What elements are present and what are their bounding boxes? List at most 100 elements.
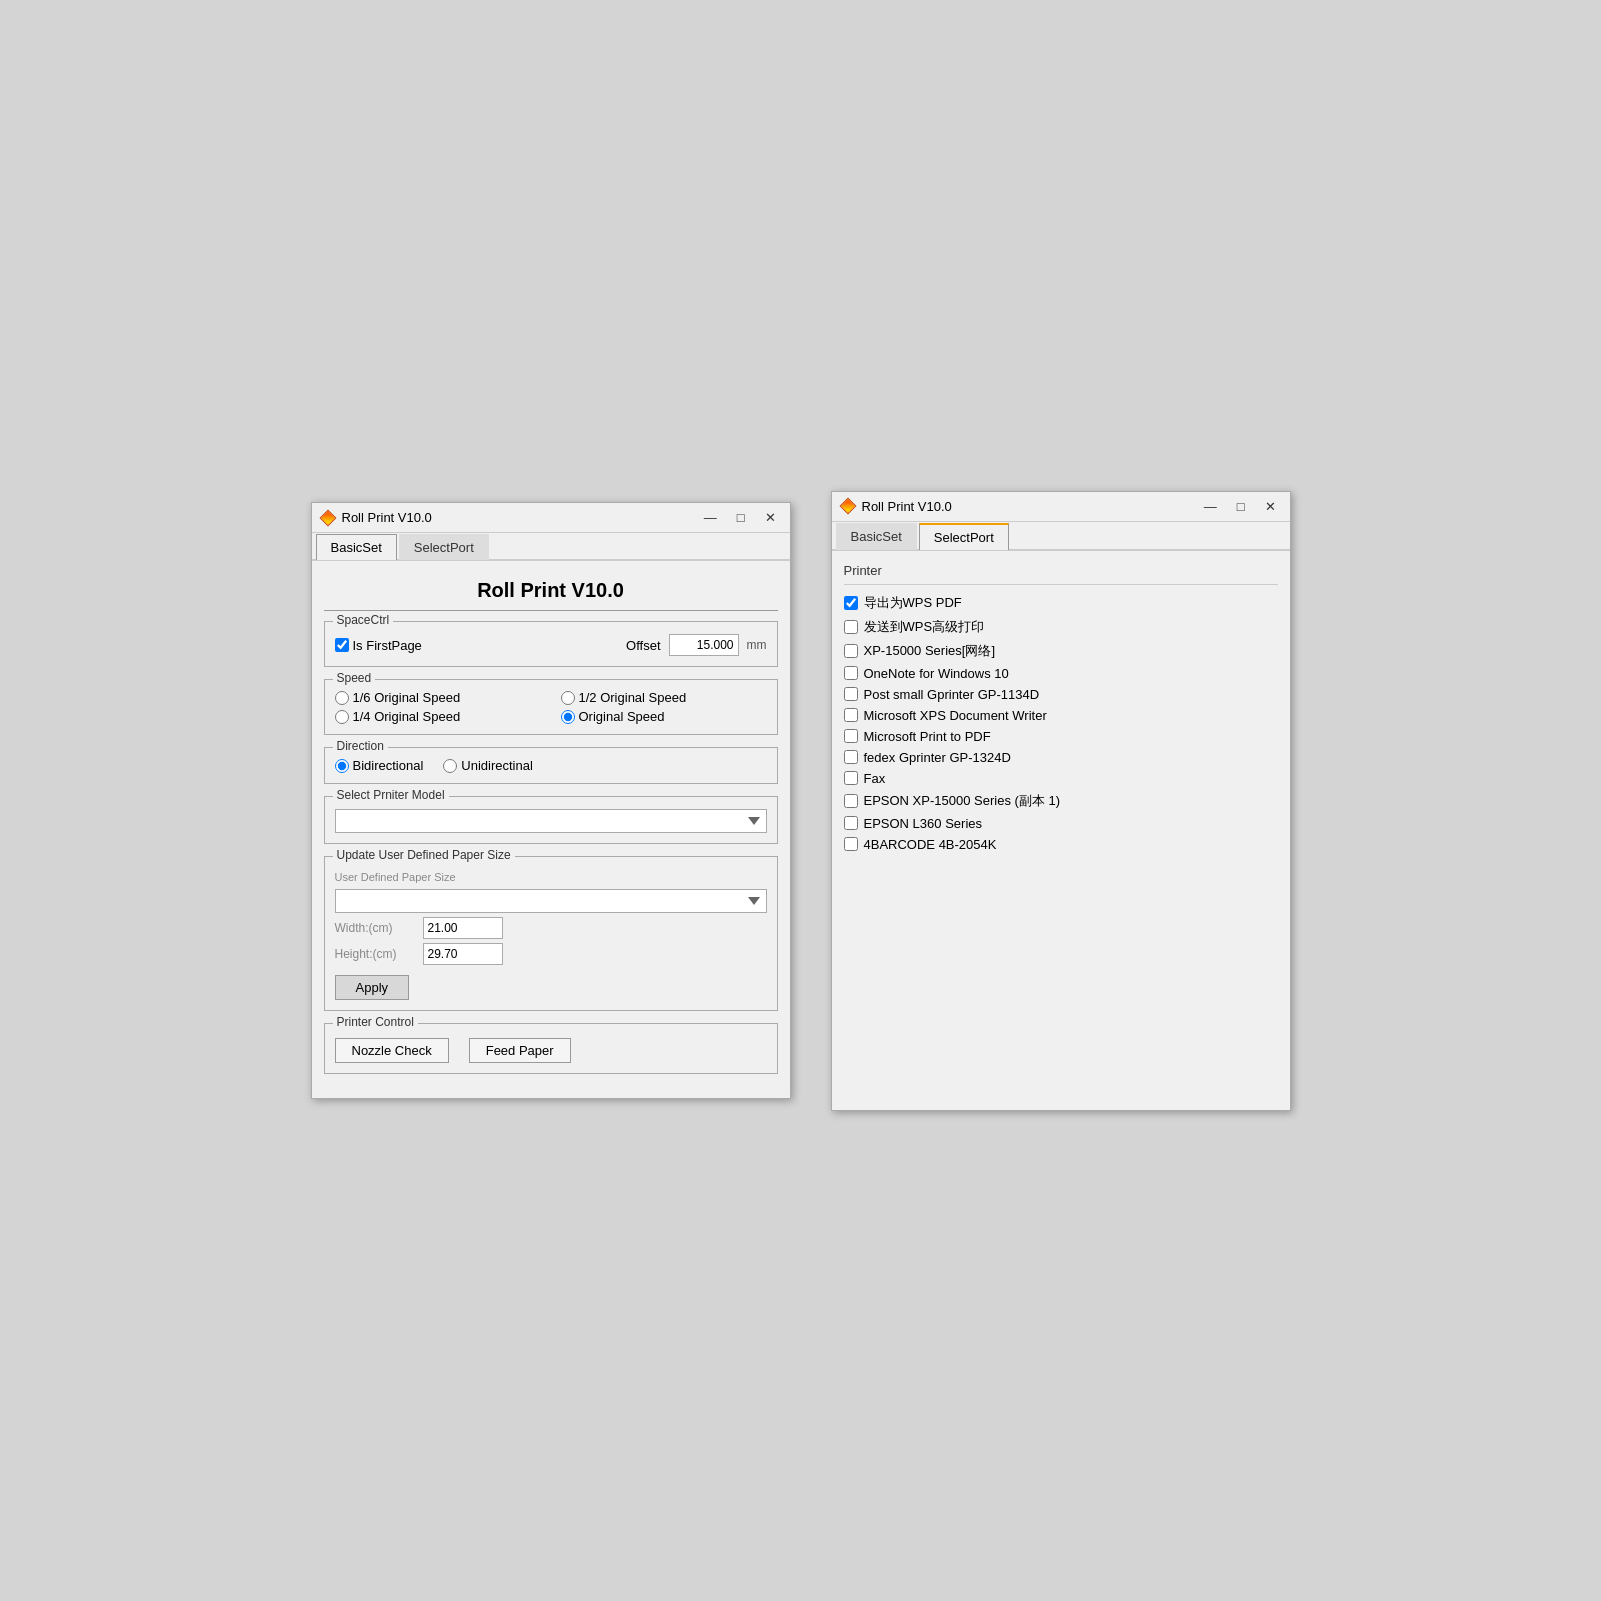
direction-radio-2[interactable]: [443, 759, 457, 773]
spacectrl-group: SpaceCtrl Is FirstPage Offset mm: [324, 621, 778, 667]
speed-radio-2[interactable]: [561, 691, 575, 705]
printer-checkbox-4[interactable]: [844, 687, 858, 701]
printer-checkbox-2[interactable]: [844, 644, 858, 658]
left-tabs-bar: BasicSet SelectPort: [312, 533, 790, 561]
printer-checkbox-8[interactable]: [844, 771, 858, 785]
speed-group: Speed 1/6 Original Speed 1/2 Original Sp…: [324, 679, 778, 735]
printer-item-3[interactable]: OneNote for Windows 10: [844, 663, 1278, 684]
left-maximize-btn[interactable]: □: [731, 509, 751, 526]
printer-label-6: Microsoft Print to PDF: [864, 729, 991, 744]
printer-label-4: Post small Gprinter GP-1134D: [864, 687, 1040, 702]
paper-size-select[interactable]: [335, 889, 767, 913]
direction-label: Direction: [333, 739, 388, 753]
paper-size-group: Update User Defined Paper Size User Defi…: [324, 856, 778, 1011]
direction-option-2[interactable]: Unidirectinal: [443, 758, 533, 773]
printer-item-7[interactable]: fedex Gprinter GP-1324D: [844, 747, 1278, 768]
offset-label: Offset: [626, 638, 660, 653]
is-firstpage-label: Is FirstPage: [353, 638, 422, 653]
speed-radio-1[interactable]: [335, 691, 349, 705]
spacectrl-row: Is FirstPage Offset mm: [335, 634, 767, 656]
right-close-btn[interactable]: ✕: [1259, 498, 1282, 515]
apply-button[interactable]: Apply: [335, 975, 410, 1000]
offset-unit: mm: [747, 638, 767, 652]
user-defined-paper-label: User Defined Paper Size: [335, 871, 767, 883]
printer-checkbox-9[interactable]: [844, 794, 858, 808]
printer-item-8[interactable]: Fax: [844, 768, 1278, 789]
printer-label-10: EPSON L360 Series: [864, 816, 983, 831]
printer-checkbox-3[interactable]: [844, 666, 858, 680]
spacectrl-label: SpaceCtrl: [333, 613, 394, 627]
left-tab-basicset[interactable]: BasicSet: [316, 534, 397, 560]
printer-item-1[interactable]: 发送到WPS高级打印: [844, 615, 1278, 639]
printer-label-7: fedex Gprinter GP-1324D: [864, 750, 1011, 765]
left-tab-selectport[interactable]: SelectPort: [399, 534, 489, 560]
printer-item-11[interactable]: 4BARCODE 4B-2054K: [844, 834, 1278, 855]
left-window-controls: — □ ✕: [698, 509, 782, 526]
direction-radio-1[interactable]: [335, 759, 349, 773]
is-firstpage-checkbox[interactable]: [335, 638, 349, 652]
printer-control-label: Printer Control: [333, 1015, 418, 1029]
printer-item-6[interactable]: Microsoft Print to PDF: [844, 726, 1278, 747]
speed-option-4[interactable]: Original Speed: [561, 709, 767, 724]
printer-checkbox-1[interactable]: [844, 620, 858, 634]
app-icon-left: [320, 510, 336, 526]
right-title: Roll Print V10.0: [862, 499, 1192, 514]
left-close-btn[interactable]: ✕: [759, 509, 782, 526]
paper-size-group-label: Update User Defined Paper Size: [333, 848, 515, 862]
printer-list: 导出为WPS PDF 发送到WPS高级打印 XP-15000 Series[网络…: [844, 591, 1278, 855]
left-titlebar: Roll Print V10.0 — □ ✕: [312, 503, 790, 533]
right-tab-selectport[interactable]: SelectPort: [919, 523, 1009, 550]
right-tabs-bar: BasicSet SelectPort: [832, 522, 1290, 551]
speed-option-1[interactable]: 1/6 Original Speed: [335, 690, 541, 705]
printer-label-3: OneNote for Windows 10: [864, 666, 1009, 681]
direction-group: Direction Bidirectional Unidirectinal: [324, 747, 778, 784]
printer-checkbox-6[interactable]: [844, 729, 858, 743]
printer-checkbox-11[interactable]: [844, 837, 858, 851]
printer-model-select[interactable]: [335, 809, 767, 833]
nozzle-check-button[interactable]: Nozzle Check: [335, 1038, 449, 1063]
offset-input[interactable]: [669, 634, 739, 656]
left-content: Roll Print V10.0 SpaceCtrl Is FirstPage …: [312, 561, 790, 1098]
printer-checkbox-7[interactable]: [844, 750, 858, 764]
direction-option-1[interactable]: Bidirectional: [335, 758, 424, 773]
right-window: Roll Print V10.0 — □ ✕ BasicSet SelectPo…: [831, 491, 1291, 1111]
left-title: Roll Print V10.0: [342, 510, 692, 525]
feed-paper-button[interactable]: Feed Paper: [469, 1038, 571, 1063]
printer-label-11: 4BARCODE 4B-2054K: [864, 837, 997, 852]
printer-item-5[interactable]: Microsoft XPS Document Writer: [844, 705, 1278, 726]
printer-checkbox-0[interactable]: [844, 596, 858, 610]
printer-item-4[interactable]: Post small Gprinter GP-1134D: [844, 684, 1278, 705]
printer-label-9: EPSON XP-15000 Series (副本 1): [864, 792, 1061, 810]
speed-radio-4[interactable]: [561, 710, 575, 724]
paper-size-select-wrapper: [335, 889, 767, 913]
right-minimize-btn[interactable]: —: [1198, 498, 1223, 515]
width-input[interactable]: [423, 917, 503, 939]
right-titlebar: Roll Print V10.0 — □ ✕: [832, 492, 1290, 522]
printer-label-0: 导出为WPS PDF: [864, 594, 962, 612]
printer-item-0[interactable]: 导出为WPS PDF: [844, 591, 1278, 615]
desktop: Roll Print V10.0 — □ ✕ BasicSet SelectPo…: [0, 0, 1601, 1601]
left-window: Roll Print V10.0 — □ ✕ BasicSet SelectPo…: [311, 502, 791, 1099]
printer-section-label: Printer: [844, 559, 1278, 585]
printer-label-1: 发送到WPS高级打印: [864, 618, 985, 636]
printer-control-row: Nozzle Check Feed Paper: [335, 1038, 767, 1063]
printer-checkbox-5[interactable]: [844, 708, 858, 722]
printer-item-2[interactable]: XP-15000 Series[网络]: [844, 639, 1278, 663]
right-maximize-btn[interactable]: □: [1231, 498, 1251, 515]
printer-label-2: XP-15000 Series[网络]: [864, 642, 996, 660]
printer-model-select-wrapper: [335, 809, 767, 833]
printer-item-10[interactable]: EPSON L360 Series: [844, 813, 1278, 834]
printer-checkbox-10[interactable]: [844, 816, 858, 830]
speed-radio-3[interactable]: [335, 710, 349, 724]
speed-option-3[interactable]: 1/4 Original Speed: [335, 709, 541, 724]
is-firstpage-checkbox-label[interactable]: Is FirstPage: [335, 638, 422, 653]
right-window-controls: — □ ✕: [1198, 498, 1282, 515]
left-minimize-btn[interactable]: —: [698, 509, 723, 526]
printer-item-9[interactable]: EPSON XP-15000 Series (副本 1): [844, 789, 1278, 813]
printer-label-8: Fax: [864, 771, 886, 786]
right-tab-basicset[interactable]: BasicSet: [836, 523, 917, 550]
height-input[interactable]: [423, 943, 503, 965]
width-label: Width:(cm): [335, 921, 415, 935]
speed-option-2[interactable]: 1/2 Original Speed: [561, 690, 767, 705]
printer-model-label: Select Prniter Model: [333, 788, 449, 802]
